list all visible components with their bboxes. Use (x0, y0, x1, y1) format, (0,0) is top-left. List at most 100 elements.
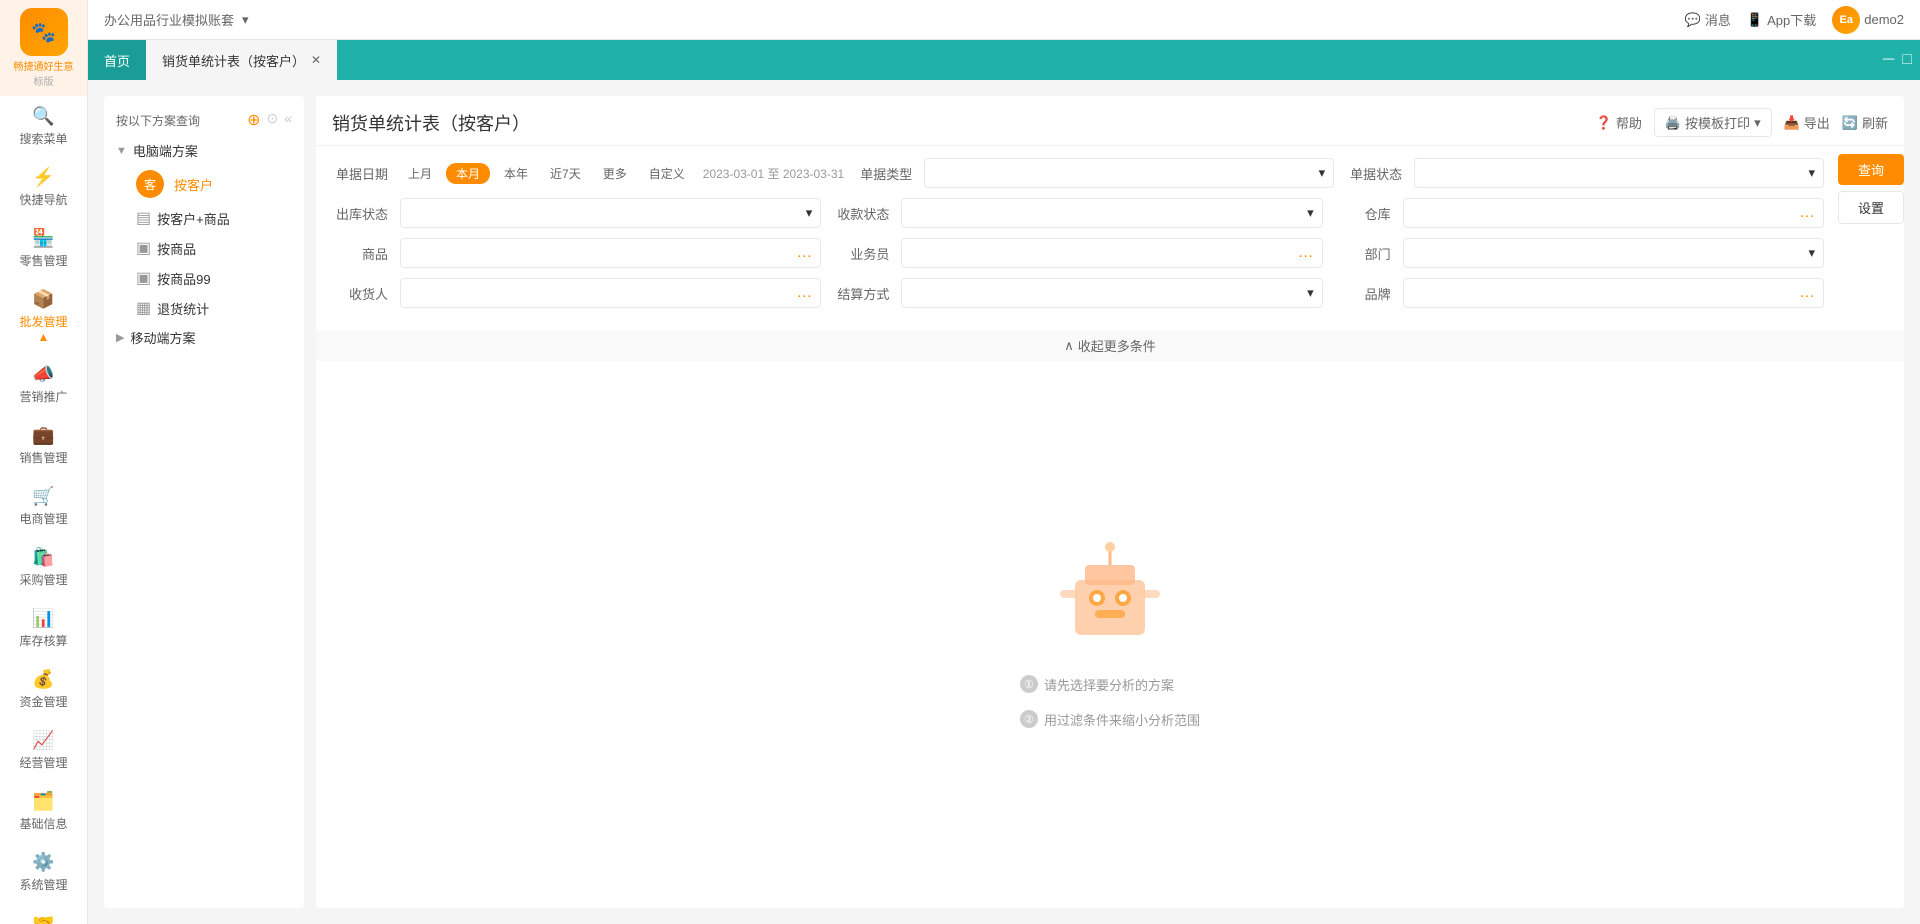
sidebar-item-label: 经营管理 (19, 754, 67, 771)
receiver-ellipsis[interactable]: … (796, 284, 812, 302)
department-select[interactable]: ▾ (1403, 238, 1824, 268)
help-button[interactable]: ❓ 帮助 (1596, 113, 1642, 132)
retail-icon: 🏪 (32, 228, 54, 249)
sidebar-item-retail[interactable]: 🏪 零售管理 (0, 218, 87, 279)
topbar-right: 💬 消息 📱 App下载 Ea demo2 (1685, 6, 1904, 34)
scheme-by-customer-goods[interactable]: ▤ 按客户+商品 (128, 203, 304, 233)
date-range-text: 2023-03-01 至 2023-03-31 (703, 165, 844, 182)
collapse-icon: ∧ (1064, 338, 1074, 354)
message-button[interactable]: 💬 消息 (1685, 10, 1731, 29)
scheme-by-goods-99[interactable]: ▣ 按商品99 (128, 263, 304, 293)
sidebar-item-quick-nav[interactable]: ⚡ 快捷导航 (0, 157, 87, 218)
export-button[interactable]: 📥 导出 (1784, 113, 1830, 132)
scheme-icon: ▤ (136, 208, 151, 228)
order-status-select[interactable]: ▾ (1414, 158, 1824, 188)
sidebar-item-sales[interactable]: 💼 销售管理 (0, 415, 87, 476)
sidebar-item-cooperation[interactable]: 🤝 企业协同 (0, 903, 87, 924)
settings-scheme-icon[interactable]: ⊙ (266, 110, 278, 130)
sidebar-item-wholesale[interactable]: 📦 批发管理 ▲ (0, 279, 87, 354)
empty-hint-1: ① 请先选择要分析的方案 (1020, 675, 1200, 694)
collapse-bar[interactable]: ∧ 收起更多条件 (316, 330, 1904, 361)
minimize-icon[interactable]: ─ (1883, 51, 1894, 69)
scheme-by-customer[interactable]: 客 按客户 (128, 165, 304, 203)
settlement-select[interactable]: ▾ (901, 278, 1322, 308)
expand-icon: ▶ (116, 331, 124, 344)
sidebar: 🐾 畅捷通好生意 标版 🔍 搜索菜单 ⚡ 快捷导航 🏪 零售管理 📦 批发管理 … (0, 0, 88, 924)
date-btn-last-month[interactable]: 上月 (400, 163, 440, 184)
setting-button[interactable]: 设置 (1838, 191, 1904, 224)
tab-home[interactable]: 首页 (88, 40, 146, 80)
tab-sales-stats[interactable]: 销货单统计表（按客户） ✕ (146, 40, 337, 80)
filter-row-1: 单据日期 上月 本月 本年 近7天 更多 自定义 2023-03-01 至 20… (332, 158, 1824, 188)
sidebar-item-basic[interactable]: 🗂️ 基础信息 (0, 781, 87, 842)
print-button[interactable]: 🖨️ 按模板打印 ▾ (1654, 108, 1772, 137)
warehouse-select[interactable]: … (1403, 198, 1824, 228)
date-btn-more[interactable]: 更多 (595, 163, 635, 184)
sidebar-item-inventory[interactable]: 📊 库存核算 (0, 598, 87, 659)
date-btn-custom[interactable]: 自定义 (641, 163, 693, 184)
add-scheme-icon[interactable]: ⊕ (247, 110, 260, 130)
basic-icon: 🗂️ (32, 791, 54, 812)
goods-select[interactable]: … (400, 238, 821, 268)
refresh-button[interactable]: 🔄 刷新 (1842, 113, 1888, 132)
app-download-button[interactable]: 📱 App下载 (1747, 10, 1816, 29)
lightning-icon: ⚡ (32, 167, 54, 188)
out-status-select[interactable]: ▾ (400, 198, 821, 228)
brand-ellipsis[interactable]: … (1799, 284, 1815, 302)
app-download-label: App下载 (1767, 10, 1816, 29)
left-panel-title: 按以下方案查询 (116, 112, 200, 129)
scheme-icon: ▦ (136, 298, 151, 318)
sidebar-item-search[interactable]: 🔍 搜索菜单 (0, 96, 87, 157)
section-label: 电脑端方案 (133, 141, 198, 160)
scheme-return-stats[interactable]: ▦ 退货统计 (128, 293, 304, 323)
filter-area: 单据日期 上月 本月 本年 近7天 更多 自定义 2023-03-01 至 20… (316, 146, 1904, 330)
user-profile[interactable]: Ea demo2 (1832, 6, 1904, 34)
sales-icon: 💼 (32, 425, 54, 446)
tree-section-mobile[interactable]: ▶ 移动端方案 (104, 323, 304, 352)
content-area: 按以下方案查询 ⊕ ⊙ « ▼ 电脑端方案 客 按客户 ▤ 按客 (88, 80, 1920, 924)
hint-num-1: ① (1020, 675, 1038, 693)
salesperson-ellipsis[interactable]: … (1298, 244, 1314, 262)
logo-subtitle: 标版 (34, 73, 54, 88)
export-label: 导出 (1804, 113, 1830, 132)
receipt-status-select[interactable]: ▾ (901, 198, 1322, 228)
sidebar-item-system[interactable]: ⚙️ 系统管理 (0, 842, 87, 903)
empty-svg (1050, 535, 1170, 655)
sidebar-item-label: 基础信息 (19, 815, 67, 832)
tab-close-icon[interactable]: ✕ (311, 53, 321, 67)
sidebar-item-purchase[interactable]: 🛍️ 采购管理 (0, 537, 87, 598)
query-button[interactable]: 查询 (1838, 154, 1904, 185)
date-btn-last-7-days[interactable]: 近7天 (542, 163, 589, 184)
dropdown-icon[interactable]: ▾ (242, 12, 249, 28)
goods-ellipsis[interactable]: … (796, 244, 812, 262)
brand-select[interactable]: … (1403, 278, 1824, 308)
date-btn-this-year[interactable]: 本年 (496, 163, 536, 184)
sidebar-item-finance[interactable]: 💰 资金管理 (0, 659, 87, 720)
salesperson-select[interactable]: … (901, 238, 1322, 268)
logo-text: 畅捷通好生意 (14, 58, 74, 73)
maximize-icon[interactable]: □ (1902, 51, 1912, 69)
sidebar-item-ecommerce[interactable]: 🛒 电商管理 (0, 476, 87, 537)
message-icon: 💬 (1685, 12, 1701, 28)
sidebar-item-operations[interactable]: 📈 经营管理 (0, 720, 87, 781)
sidebar-item-label: 批发管理 (19, 313, 67, 330)
date-btn-this-month[interactable]: 本月 (446, 163, 490, 184)
sidebar-item-label: 销售管理 (19, 449, 67, 466)
collapse-panel-icon[interactable]: « (284, 110, 292, 130)
home-tab-label: 首页 (104, 51, 130, 70)
order-type-select[interactable]: ▾ (924, 158, 1334, 188)
scheme-by-goods[interactable]: ▣ 按商品 (128, 233, 304, 263)
page-header: 销货单统计表（按客户） ❓ 帮助 🖨️ 按模板打印 ▾ 📥 (316, 96, 1904, 146)
cooperation-icon: 🤝 (32, 913, 54, 924)
receiver-select[interactable]: … (400, 278, 821, 308)
filter-row-3: 商品 … 业务员 … 部门 ▾ (332, 238, 1824, 268)
wholesale-icon: 📦 (32, 289, 54, 310)
sidebar-item-marketing[interactable]: 📣 营销推广 (0, 354, 87, 415)
scheme-label: 按商品99 (157, 269, 210, 288)
collapse-label: 收起更多条件 (1078, 336, 1156, 355)
inventory-icon: 📊 (32, 608, 54, 629)
tree-section-pc[interactable]: ▼ 电脑端方案 (104, 136, 304, 165)
app-logo: 🐾 畅捷通好生意 标版 (0, 0, 87, 96)
department-dropdown-icon: ▾ (1808, 245, 1815, 261)
empty-state: ① 请先选择要分析的方案 ② 用过滤条件来缩小分析范围 (316, 363, 1904, 908)
